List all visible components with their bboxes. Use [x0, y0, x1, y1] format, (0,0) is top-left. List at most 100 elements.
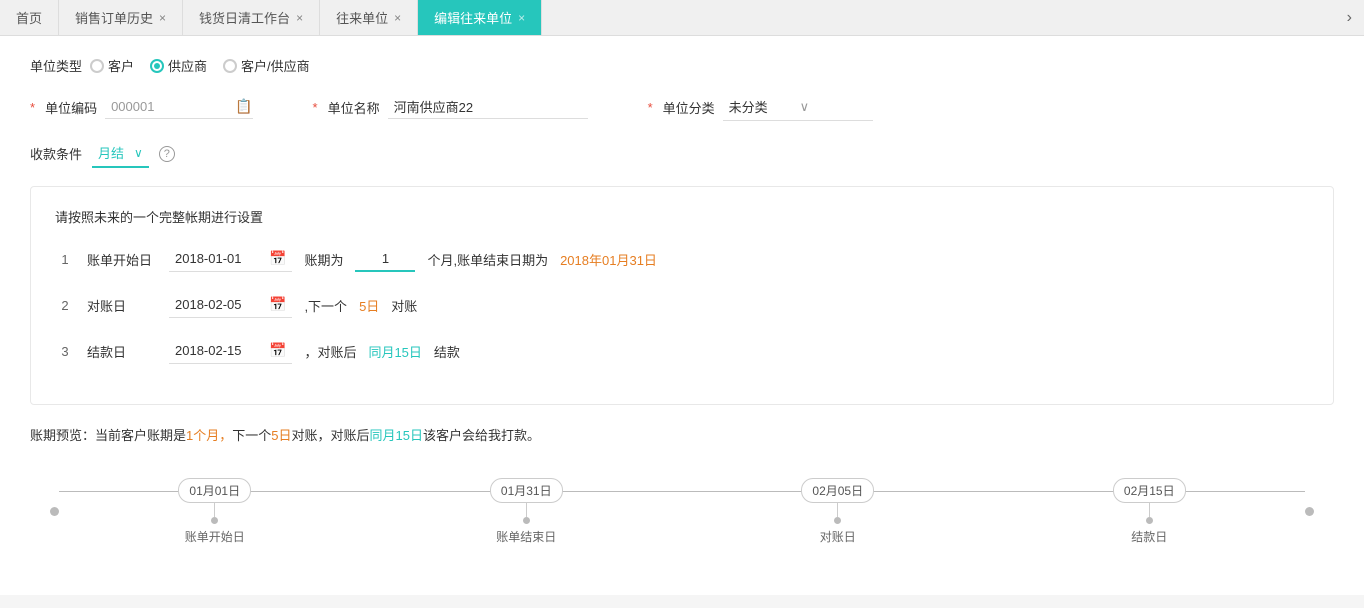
preview-mid: 下一个	[232, 428, 271, 443]
radio-supplier-label: 供应商	[168, 56, 207, 75]
calendar-icon-2[interactable]: 📅	[269, 296, 286, 313]
calendar-icon-1[interactable]: 📅	[269, 250, 286, 267]
category-dropdown[interactable]: 未分类 ∨	[723, 93, 873, 121]
settings-box: 请按照未来的一个完整帐期进行设置 1 账单开始日 📅 账期为 个月,账单结束日期…	[30, 186, 1334, 405]
chevron-down-icon-condition: ∨	[134, 146, 143, 160]
tl-point-line-2	[526, 503, 527, 517]
period-input[interactable]	[355, 247, 415, 272]
calendar-icon-3[interactable]: 📅	[269, 342, 286, 359]
name-group: * 单位名称	[313, 95, 588, 119]
setting-row-1: 1 账单开始日 📅 账期为 个月,账单结束日期为 2018年01月31日	[55, 246, 1309, 272]
period-suffix: 个月,账单结束日期为	[427, 250, 548, 269]
tl-point-dot-4	[1146, 517, 1153, 524]
timeline-bubble-3: 02月05日	[801, 478, 874, 503]
tl-point-dot-3	[834, 517, 841, 524]
setting-row-2: 2 对账日 📅 ,下一个 5日 对账	[55, 292, 1309, 318]
tab-more-button[interactable]: ›	[1335, 0, 1364, 35]
preview-text: 账期预览：当前客户账期是1个月，下一个5日对账，对账后同月15日该客户会给我打款…	[30, 425, 1334, 444]
close-icon[interactable]: ×	[159, 11, 166, 25]
tl-point-line-4	[1149, 503, 1150, 517]
payment-condition-label: 收款条件	[30, 144, 82, 163]
start-date-input[interactable]	[175, 251, 263, 266]
radio-supplier[interactable]: 供应商	[150, 56, 207, 75]
radio-circle-customer	[90, 59, 104, 73]
close-icon[interactable]: ×	[518, 11, 525, 25]
date-input-1: 📅	[169, 246, 292, 272]
close-icon[interactable]: ×	[296, 11, 303, 25]
row-label-1: 账单开始日	[87, 250, 157, 269]
radio-circle-both	[223, 59, 237, 73]
date-input-3: 📅	[169, 338, 292, 364]
end-date-highlight: 2018年01月31日	[560, 250, 657, 269]
category-required-star: *	[648, 100, 653, 115]
row-num-2: 2	[55, 298, 75, 313]
tl-point-dot-1	[211, 517, 218, 524]
reconcile-suffix: 对账	[391, 296, 417, 315]
code-group: * 单位编码 📋	[30, 95, 253, 119]
code-label: 单位编码	[45, 98, 97, 117]
close-icon[interactable]: ×	[394, 11, 401, 25]
tab-home[interactable]: 首页	[0, 0, 59, 35]
tab-edit-partner[interactable]: 编辑往来单位 ×	[418, 0, 542, 35]
category-label: 单位分类	[663, 98, 715, 117]
preview-payment: 同月15日	[370, 428, 423, 443]
timeline-point-2: 01月31日 账单结束日	[490, 478, 563, 545]
main-content: 单位类型 客户 供应商 客户/供应商 * 单位编码	[0, 36, 1364, 595]
payment-date-input[interactable]	[175, 343, 263, 358]
payment-day-highlight: 同月15日	[368, 342, 421, 361]
payment-prefix: ，对账后	[304, 342, 356, 361]
unit-type-label: 单位类型	[30, 56, 82, 75]
timeline-points-row: 01月01日 账单开始日 01月31日 账单结束日 02月05日 对账日	[59, 478, 1305, 545]
tab-home-label: 首页	[16, 8, 42, 27]
payment-condition-row: 收款条件 月结 ∨ ?	[30, 139, 1334, 168]
payment-condition-value: 月结	[98, 143, 124, 162]
timeline-point-1: 01月01日 账单开始日	[178, 478, 251, 545]
category-value: 未分类	[729, 97, 796, 116]
setting-row-3: 3 结款日 📅 ，对账后 同月15日 结款	[55, 338, 1309, 364]
reconcile-date-input[interactable]	[175, 297, 263, 312]
copy-icon[interactable]: 📋	[235, 98, 252, 115]
help-icon[interactable]: ?	[159, 146, 175, 162]
radio-customer[interactable]: 客户	[90, 56, 134, 75]
tl-point-label-3: 对账日	[820, 528, 856, 545]
tab-cash-work[interactable]: 钱货日清工作台 ×	[183, 0, 320, 35]
tl-point-line-1	[214, 503, 215, 517]
tl-point-line-3	[837, 503, 838, 517]
code-required-star: *	[30, 100, 35, 115]
tab-sales-history-label: 销售订单历史	[75, 8, 153, 27]
timeline-point-4: 02月15日 结款日	[1113, 478, 1186, 545]
reconcile-prefix: ,下一个	[304, 296, 347, 315]
tl-point-dot-2	[523, 517, 530, 524]
unit-info-row: * 单位编码 📋 * 单位名称 * 单位分类 未分类 ∨	[30, 93, 1334, 121]
date-input-2: 📅	[169, 292, 292, 318]
name-required-star: *	[313, 100, 318, 115]
unit-type-group: 单位类型 客户 供应商 客户/供应商	[30, 56, 310, 75]
timeline-track: 01月01日 账单开始日 01月31日 账单结束日 02月05日 对账日	[59, 478, 1305, 545]
timeline-bubble-1: 01月01日	[178, 478, 251, 503]
timeline-bubble-2: 01月31日	[490, 478, 563, 503]
preview-prefix: 账期预览：当前客户账期是	[30, 428, 186, 443]
preview-reconcile: 5日	[271, 428, 291, 443]
preview-mid2: 对账，对账后	[292, 428, 370, 443]
row-label-2: 对账日	[87, 296, 157, 315]
payment-suffix: 结款	[434, 342, 460, 361]
tl-point-label-2: 账单结束日	[496, 528, 556, 545]
tab-bar: 首页 销售订单历史 × 钱货日清工作台 × 往来单位 × 编辑往来单位 × ›	[0, 0, 1364, 36]
tab-sales-history[interactable]: 销售订单历史 ×	[59, 0, 183, 35]
name-input[interactable]	[388, 95, 588, 119]
settings-title: 请按照未来的一个完整帐期进行设置	[55, 207, 1309, 226]
preview-suffix: 该客户会给我打款。	[423, 428, 540, 443]
radio-both[interactable]: 客户/供应商	[223, 56, 310, 75]
period-prefix: 账期为	[304, 250, 343, 269]
timeline-point-3: 02月05日 对账日	[801, 478, 874, 545]
tab-edit-partner-label: 编辑往来单位	[434, 8, 512, 27]
radio-customer-label: 客户	[108, 56, 134, 75]
row-num-3: 3	[55, 344, 75, 359]
tab-cash-work-label: 钱货日清工作台	[199, 8, 290, 27]
tl-point-label-1: 账单开始日	[185, 528, 245, 545]
tab-partners-label: 往来单位	[336, 8, 388, 27]
tab-partners[interactable]: 往来单位 ×	[320, 0, 418, 35]
row-num-1: 1	[55, 252, 75, 267]
code-input[interactable]	[105, 95, 235, 118]
payment-condition-dropdown[interactable]: 月结 ∨	[92, 139, 149, 168]
